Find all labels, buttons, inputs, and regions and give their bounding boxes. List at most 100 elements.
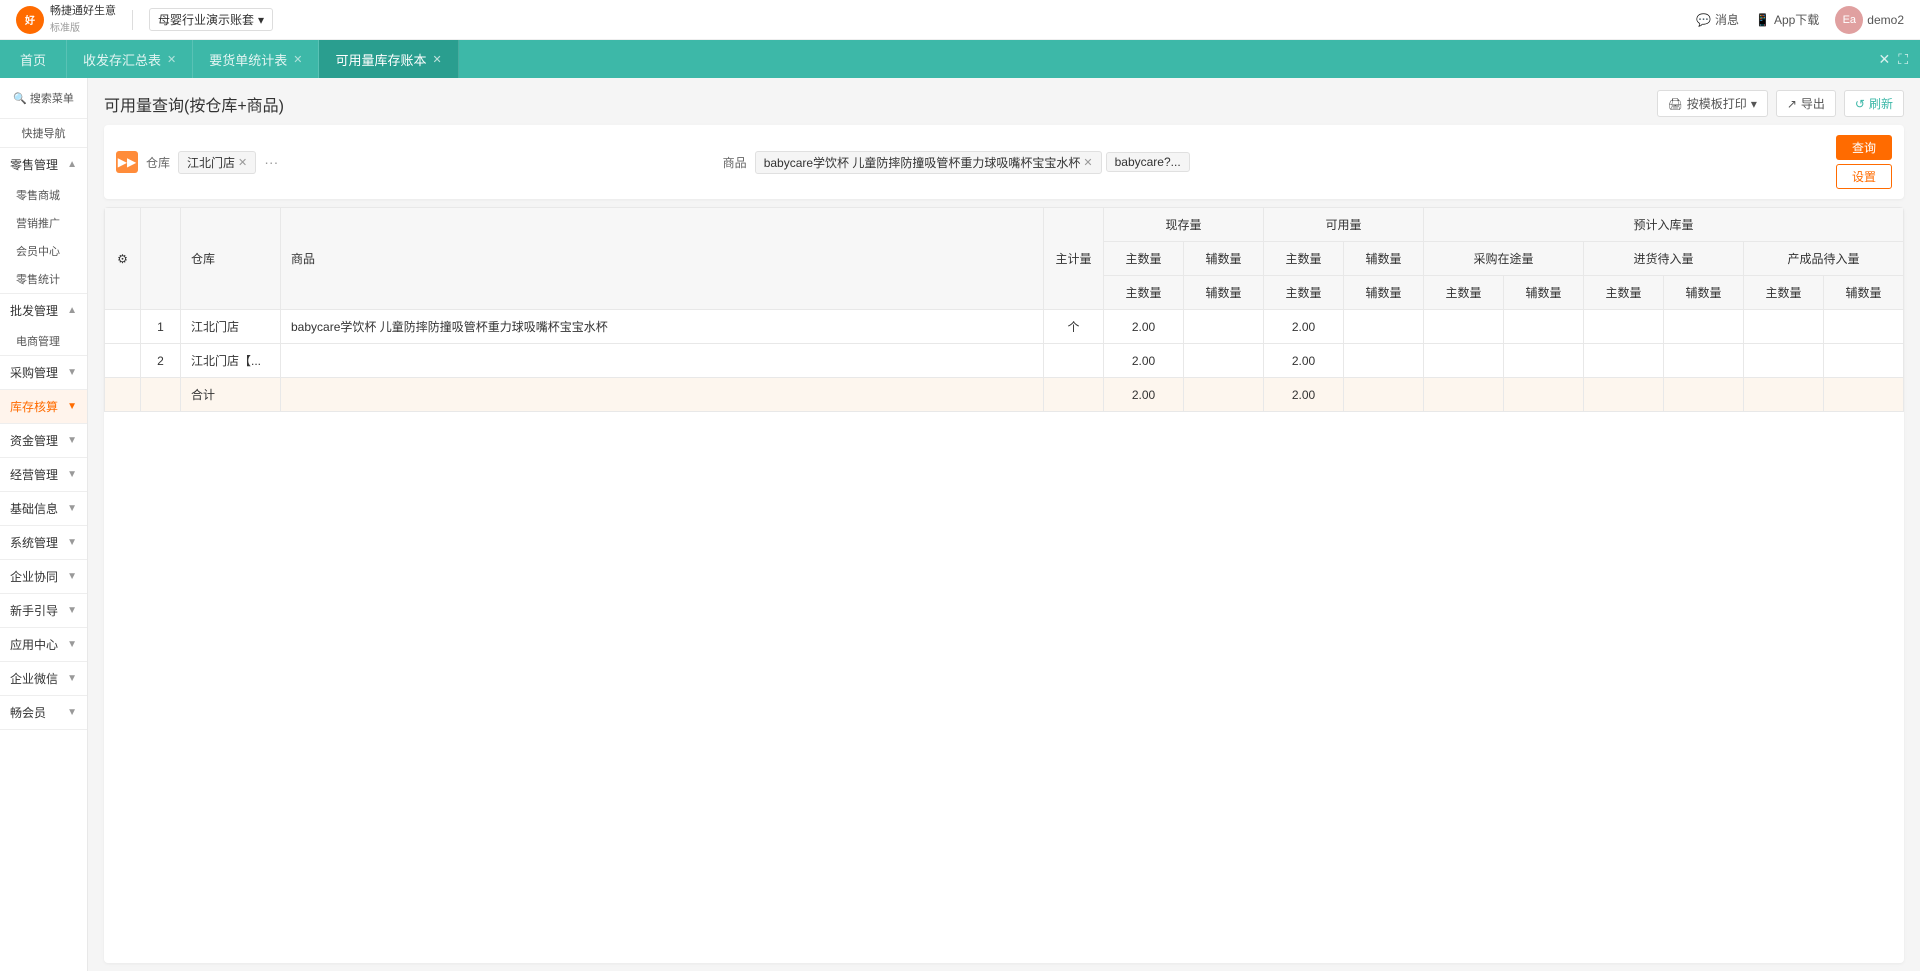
tab-order-stats-close[interactable]: ✕: [293, 53, 302, 66]
sidebar-section-wechat-header[interactable]: 企业微信 ▼: [0, 662, 87, 695]
tab-receivables-close[interactable]: ✕: [167, 53, 176, 66]
td-total-i-main: [1584, 378, 1664, 412]
td-avail-main-2: 2.00: [1264, 344, 1344, 378]
chevron-right-icon: ▼: [67, 367, 77, 378]
industry-select[interactable]: 母婴行业演示账套 ▾: [149, 8, 273, 31]
query-button[interactable]: 查询: [1836, 135, 1892, 160]
page-title: 可用量查询(按仓库+商品): [104, 92, 284, 116]
chevron-icon7: ▼: [67, 639, 77, 650]
sidebar-section-retail-header[interactable]: 零售管理 ▲: [0, 148, 87, 181]
chevron-right-icon2: ▼: [67, 401, 77, 412]
sidebar-section-purchase-header[interactable]: 采购管理 ▼: [0, 356, 87, 389]
table-row: 2 江北门店【... 2.00 2.00: [105, 344, 1904, 378]
chevron-down-icon: ▲: [67, 305, 77, 316]
sidebar-item-member-center[interactable]: 会员中心: [0, 237, 87, 265]
expand-tabs-icon[interactable]: ⛶: [1898, 51, 1908, 68]
td-total-p-aux: [1504, 378, 1584, 412]
chevron-icon2: ▼: [67, 469, 77, 480]
td-stock-main-1: 2.00: [1104, 310, 1184, 344]
tab-available-stock[interactable]: 可用量库存账本 ✕: [319, 40, 458, 78]
sidebar-section-guide-label: 新手引导: [10, 602, 58, 619]
phone-icon: 📱: [1755, 13, 1770, 27]
th-product-aux: 辅数量: [1824, 276, 1904, 310]
sidebar-section-app-header[interactable]: 应用中心 ▼: [0, 628, 87, 661]
th-incoming-aux: 辅数量: [1664, 276, 1744, 310]
td-stock-main-2: 2.00: [1104, 344, 1184, 378]
th-purchase-sub: 采购在途量: [1424, 242, 1584, 276]
tab-order-stats[interactable]: 要货单统计表 ✕: [193, 40, 319, 78]
divider: [132, 10, 133, 30]
sidebar-section-purchase-label: 采购管理: [10, 364, 58, 381]
th-incoming-sub: 进货待入量: [1584, 242, 1744, 276]
app-download-btn[interactable]: 📱 App下载: [1755, 11, 1819, 28]
sidebar-section-vip-label: 畅会员: [10, 704, 46, 721]
sidebar-section-vip-header[interactable]: 畅会员 ▼: [0, 696, 87, 729]
export-label: 导出: [1801, 95, 1825, 112]
th-incoming-main: 主数量: [1584, 276, 1664, 310]
goods-tag-1-remove[interactable]: ✕: [1083, 156, 1092, 169]
sidebar-item-retail-mall[interactable]: 零售商城: [0, 181, 87, 209]
user-area[interactable]: Ea demo2: [1835, 6, 1904, 34]
tab-available-stock-close[interactable]: ✕: [433, 53, 442, 66]
td-purchase-aux-2: [1504, 344, 1584, 378]
td-total-avail-aux: [1344, 378, 1424, 412]
th-num: [141, 208, 181, 310]
sidebar-section-wholesale-header[interactable]: 批发管理 ▲: [0, 294, 87, 327]
sidebar-section-finance-header[interactable]: 资金管理 ▼: [0, 424, 87, 457]
goods-tag-2-text: babycare?...: [1115, 155, 1181, 169]
user-name: demo2: [1867, 13, 1904, 27]
tabs-actions: ✕ ⛶: [1866, 40, 1920, 78]
setting-button[interactable]: 设置: [1836, 164, 1892, 189]
chevron-icon6: ▼: [67, 605, 77, 616]
sidebar-section-system-header[interactable]: 系统管理 ▼: [0, 526, 87, 559]
th-gear[interactable]: ⚙: [105, 208, 141, 310]
sidebar-section-guide-header[interactable]: 新手引导 ▼: [0, 594, 87, 627]
filter-more-icon[interactable]: ···: [260, 154, 282, 170]
td-total-label: 合计: [181, 378, 281, 412]
sidebar-section-inventory-header[interactable]: 库存核算 ▼: [0, 390, 87, 423]
sidebar-section-basic-header[interactable]: 基础信息 ▼: [0, 492, 87, 525]
goods-tag-1: babycare学饮杯 儿童防摔防撞吸管杯重力球吸嘴杯宝宝水杯 ✕: [755, 151, 1102, 174]
sidebar-search-label: 搜索菜单: [30, 93, 74, 105]
th-stock-aux: 辅数量: [1184, 242, 1264, 276]
top-bar: 好 畅捷通好生意 标准版 母婴行业演示账套 ▾ 💬 消息 📱 App下载 Ea …: [0, 0, 1920, 40]
print-btn[interactable]: 🖨 按模板打印 ▾: [1657, 90, 1768, 117]
sidebar-quick-nav[interactable]: 快捷导航: [0, 119, 87, 148]
td-purchase-aux-1: [1504, 310, 1584, 344]
warehouse-tag-remove[interactable]: ✕: [238, 156, 247, 169]
sidebar-section-purchase: 采购管理 ▼: [0, 356, 87, 390]
tab-order-stats-label: 要货单统计表: [209, 50, 287, 69]
sidebar-section-finance: 资金管理 ▼: [0, 424, 87, 458]
td-total-num: [141, 378, 181, 412]
refresh-btn[interactable]: ↺ 刷新: [1844, 90, 1904, 117]
goods-tag-2: babycare?...: [1106, 152, 1190, 172]
sidebar-item-retail-stats[interactable]: 零售统计: [0, 265, 87, 293]
close-all-tabs-icon[interactable]: ✕: [1878, 51, 1890, 68]
sidebar-search-btn[interactable]: 🔍 搜索菜单: [8, 86, 79, 110]
warehouse-tag-group: 江北门店 ✕ ···: [178, 151, 715, 174]
sidebar-section-wechat: 企业微信 ▼: [0, 662, 87, 696]
sidebar-section-enterprise-header[interactable]: 企业协同 ▼: [0, 560, 87, 593]
message-btn[interactable]: 💬 消息: [1696, 11, 1739, 28]
td-gear-1: [105, 310, 141, 344]
content-bottom: [88, 963, 1920, 971]
page-header: 可用量查询(按仓库+商品) 🖨 按模板打印 ▾ ↗ 导出 ↺ 刷新: [88, 78, 1920, 125]
tabs-spacer: [459, 40, 1867, 78]
filter-toggle-btn[interactable]: ▶▶: [116, 151, 138, 173]
td-total-goods: [281, 378, 1044, 412]
export-btn[interactable]: ↗ 导出: [1776, 90, 1836, 117]
table-row: 1 江北门店 babycare学饮杯 儿童防摔防撞吸管杯重力球吸嘴杯宝宝水杯 个…: [105, 310, 1904, 344]
th-stock-group: 现存量: [1104, 208, 1264, 242]
sidebar-section-basic-label: 基础信息: [10, 500, 58, 517]
tab-receivables[interactable]: 收发存汇总表 ✕: [67, 40, 193, 78]
logo-icon: 好: [16, 6, 44, 34]
th-stock-aux2: 辅数量: [1184, 276, 1264, 310]
td-total-unit: [1044, 378, 1104, 412]
sidebar-item-ecommerce[interactable]: 电商管理: [0, 327, 87, 355]
sidebar-item-marketing[interactable]: 营销推广: [0, 209, 87, 237]
sidebar-section-ops-header[interactable]: 经营管理 ▼: [0, 458, 87, 491]
sidebar-section-retail-label: 零售管理: [10, 156, 58, 173]
logo-text: 畅捷通好生意: [50, 5, 116, 18]
tab-home[interactable]: 首页: [0, 40, 67, 78]
th-avail-main2: 主数量: [1264, 276, 1344, 310]
